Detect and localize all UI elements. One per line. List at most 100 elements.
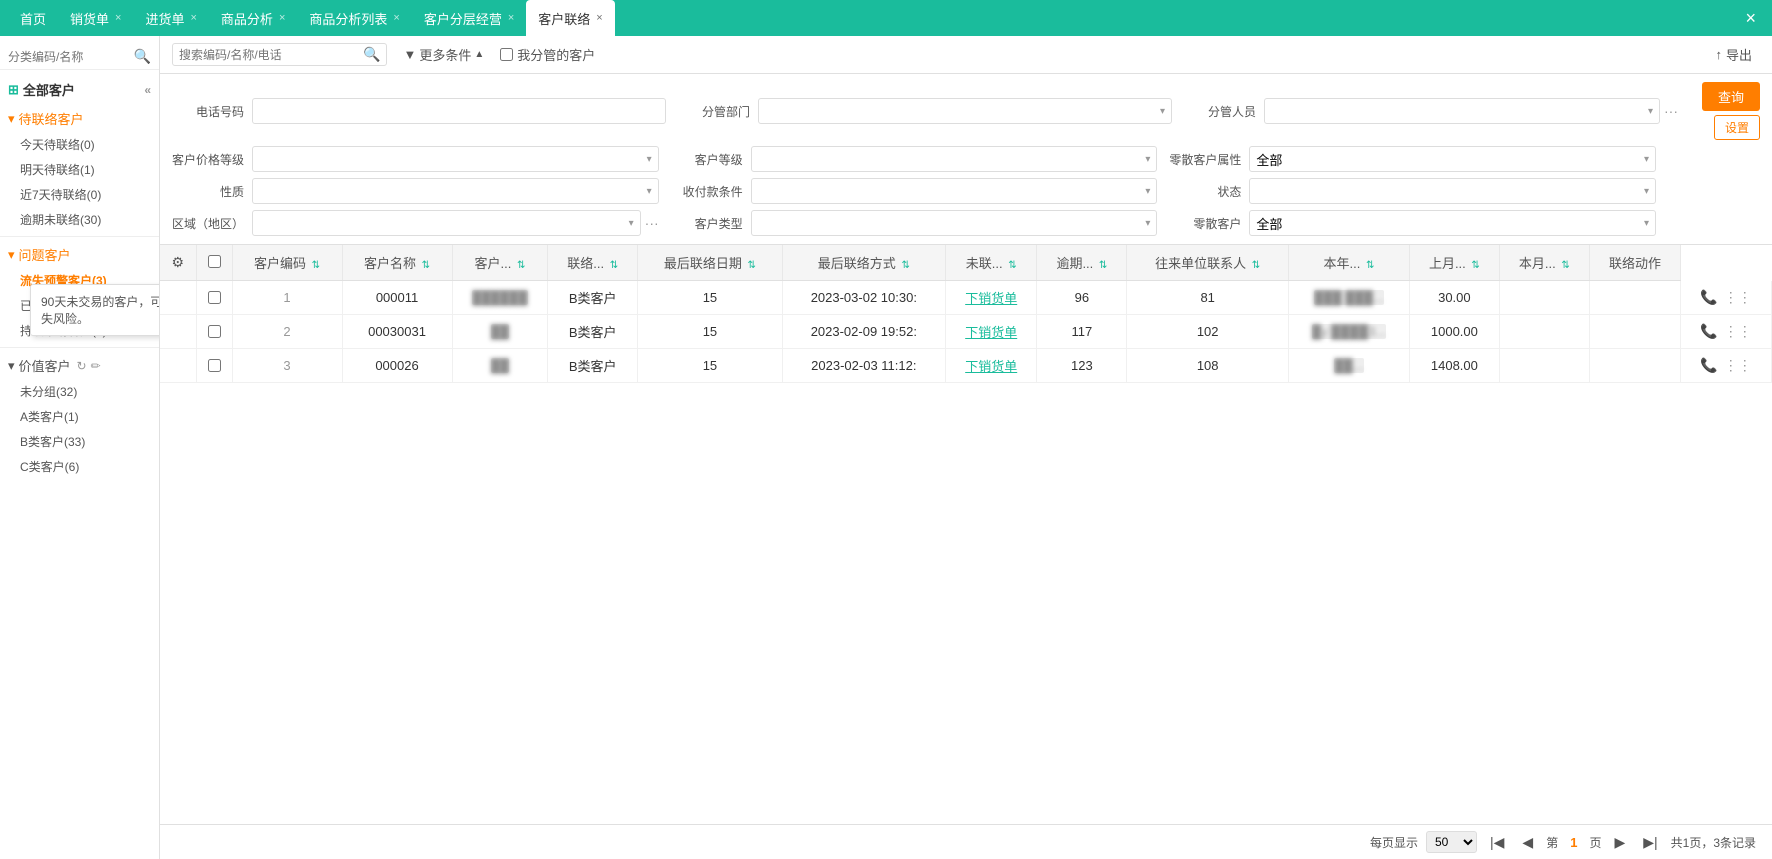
edit-icon[interactable]: ✏ (91, 359, 101, 373)
sidebar-section-pending[interactable]: ▾ 待联络客户 (0, 105, 159, 132)
chevron-down-icon: ▾ (629, 218, 634, 229)
filter-select-manager[interactable]: ▾ (1264, 98, 1660, 124)
settings-button[interactable]: 设置 (1714, 115, 1760, 140)
row-actions: 📞 ⋮⋮ (1681, 281, 1772, 315)
filter-select-dept[interactable]: ▾ (758, 98, 1172, 124)
my-customer-check[interactable]: 我分管的客户 (500, 45, 595, 64)
filter-input-phone[interactable] (252, 98, 666, 124)
row-select-checkbox[interactable] (208, 291, 221, 304)
tab-close-icon[interactable]: × (596, 12, 602, 24)
contact-icon[interactable]: 📞 (1700, 357, 1717, 374)
contact-icon[interactable]: 📞 (1700, 323, 1717, 340)
filter-select-customer-type[interactable]: ▾ (751, 210, 1158, 236)
row-checkbox[interactable] (196, 315, 232, 349)
my-customer-checkbox[interactable] (500, 48, 513, 61)
tab-product-analysis[interactable]: 商品分析 × (209, 0, 297, 36)
row-last-type[interactable]: 下销货单 (945, 349, 1036, 383)
col-code[interactable]: 客户编码 ⇅ (232, 245, 342, 281)
col-overdue[interactable]: 逾期... ⇅ (1037, 245, 1127, 281)
tab-purchase-order[interactable]: 进货单 × (133, 0, 208, 36)
tab-customer-contact[interactable]: 客户联络 × (526, 0, 614, 36)
tab-close-icon[interactable]: × (508, 12, 514, 24)
col-last-type[interactable]: 最后联络方式 ⇅ (782, 245, 945, 281)
more-conditions-btn[interactable]: ▼ 更多条件 ▲ (395, 42, 492, 67)
tab-home[interactable]: 首页 (8, 0, 58, 36)
search-icon[interactable]: 🔍 (363, 46, 380, 63)
tab-close-icon[interactable]: × (190, 12, 196, 24)
dots-icon[interactable]: ··· (645, 215, 659, 231)
col-name[interactable]: 客户名称 ⇅ (342, 245, 452, 281)
col-type[interactable]: 客户... ⇅ (452, 245, 548, 281)
page-prev-btn[interactable]: ◀ (1517, 832, 1538, 853)
tab-close-icon[interactable]: × (115, 12, 121, 24)
more-action-icon[interactable]: ⋮⋮ (1724, 357, 1752, 374)
search-input[interactable] (179, 48, 359, 62)
sidebar-collapse-icon[interactable]: « (144, 83, 151, 97)
row-checkbox[interactable] (196, 349, 232, 383)
refresh-icon[interactable]: ↻ (77, 359, 87, 373)
filter-label-price-level: 客户价格等级 (172, 151, 252, 168)
row-last-month (1499, 281, 1589, 315)
sidebar-search-input[interactable] (8, 50, 130, 64)
sidebar-item-tomorrow[interactable]: 明天待联络(1) (0, 157, 159, 182)
sidebar-section-value[interactable]: ▾ 价值客户 ↻ ✏ (0, 352, 159, 379)
dots-icon[interactable]: ··· (1664, 103, 1678, 119)
more-action-icon[interactable]: ⋮⋮ (1724, 323, 1752, 340)
sidebar-item-class-a[interactable]: A类客户(1) (0, 404, 159, 429)
filter-select-price-level[interactable]: ▾ (252, 146, 659, 172)
filter-select-region[interactable]: ▾ (252, 210, 641, 236)
row-select-checkbox[interactable] (208, 359, 221, 372)
settings-col-icon[interactable]: ⚙ (171, 254, 184, 270)
col-last-date[interactable]: 最后联络日期 ⇅ (638, 245, 782, 281)
tab-close-icon[interactable]: × (393, 12, 399, 24)
filter-select-nature[interactable]: ▾ (252, 178, 659, 204)
sidebar-item-overdue[interactable]: 逾期未联络(30) (0, 207, 159, 232)
page-first-btn[interactable]: |◀ (1485, 832, 1509, 853)
sort-icon: ⇅ (1366, 260, 1374, 271)
col-contact[interactable]: 联络... ⇅ (548, 245, 638, 281)
select-all-checkbox[interactable] (208, 255, 221, 268)
col-this-year[interactable]: 本年... ⇅ (1289, 245, 1410, 281)
filter-select-retail[interactable]: 全部 ▾ (1249, 210, 1656, 236)
col-contacts[interactable]: 往来单位联系人 ⇅ (1127, 245, 1289, 281)
tab-sales-order[interactable]: 销货单 × (58, 0, 133, 36)
sidebar-item-class-c[interactable]: C类客户(6) (0, 454, 159, 479)
tab-close-icon[interactable]: × (279, 12, 285, 24)
row-code: 00030031 (342, 315, 452, 349)
sort-icon: ⇅ (422, 260, 430, 271)
col-last-month[interactable]: 上月... ⇅ (1409, 245, 1499, 281)
sidebar-section-problem[interactable]: ▾ 问题客户 (0, 241, 159, 268)
window-close-icon[interactable]: × (1737, 4, 1764, 33)
filter-label-region: 区域（地区） (172, 215, 252, 232)
chevron-down-icon: ▾ (1644, 218, 1649, 229)
sidebar-item-today[interactable]: 今天待联络(0) (0, 132, 159, 157)
col-settings[interactable]: ⚙ (160, 245, 196, 281)
export-btn[interactable]: ↑ 导出 (1707, 42, 1760, 67)
page-next-btn[interactable]: ▶ (1609, 832, 1630, 853)
col-this-month[interactable]: 本月... ⇅ (1499, 245, 1589, 281)
col-no-contact[interactable]: 未联... ⇅ (945, 245, 1036, 281)
tab-product-analysis-list[interactable]: 商品分析列表 × (297, 0, 411, 36)
sidebar-item-unclassified[interactable]: 未分组(32) (0, 379, 159, 404)
sidebar-item-class-b[interactable]: B类客户(33) (0, 429, 159, 454)
row-checkbox[interactable] (196, 281, 232, 315)
row-last-type[interactable]: 下销货单 (945, 315, 1036, 349)
tab-customer-segmentation[interactable]: 客户分层经营 × (412, 0, 526, 36)
query-button[interactable]: 查询 (1702, 82, 1760, 111)
contact-icon[interactable]: 📞 (1700, 289, 1717, 306)
row-this-year: 30.00 (1409, 281, 1499, 315)
filter-select-payment[interactable]: ▾ (751, 178, 1158, 204)
col-checkbox[interactable] (196, 245, 232, 281)
filter-select-retail-attr[interactable]: 全部 ▾ (1249, 146, 1656, 172)
page-last-btn[interactable]: ▶| (1638, 832, 1662, 853)
row-select-checkbox[interactable] (208, 325, 221, 338)
sidebar-item-7days[interactable]: 近7天待联络(0) (0, 182, 159, 207)
row-type: B类客户 (548, 349, 638, 383)
filter-select-customer-level[interactable]: ▾ (751, 146, 1158, 172)
filter-select-status[interactable]: ▾ (1249, 178, 1656, 204)
more-action-icon[interactable]: ⋮⋮ (1724, 289, 1752, 306)
row-last-type[interactable]: 下销货单 (945, 281, 1036, 315)
per-page-select[interactable]: 50 100 200 (1426, 831, 1477, 853)
filter-label-retail: 零散客户 (1169, 215, 1249, 232)
filter-panel: 电话号码 分管部门 ▾ 分管人员 ▾ ··· (160, 74, 1772, 245)
